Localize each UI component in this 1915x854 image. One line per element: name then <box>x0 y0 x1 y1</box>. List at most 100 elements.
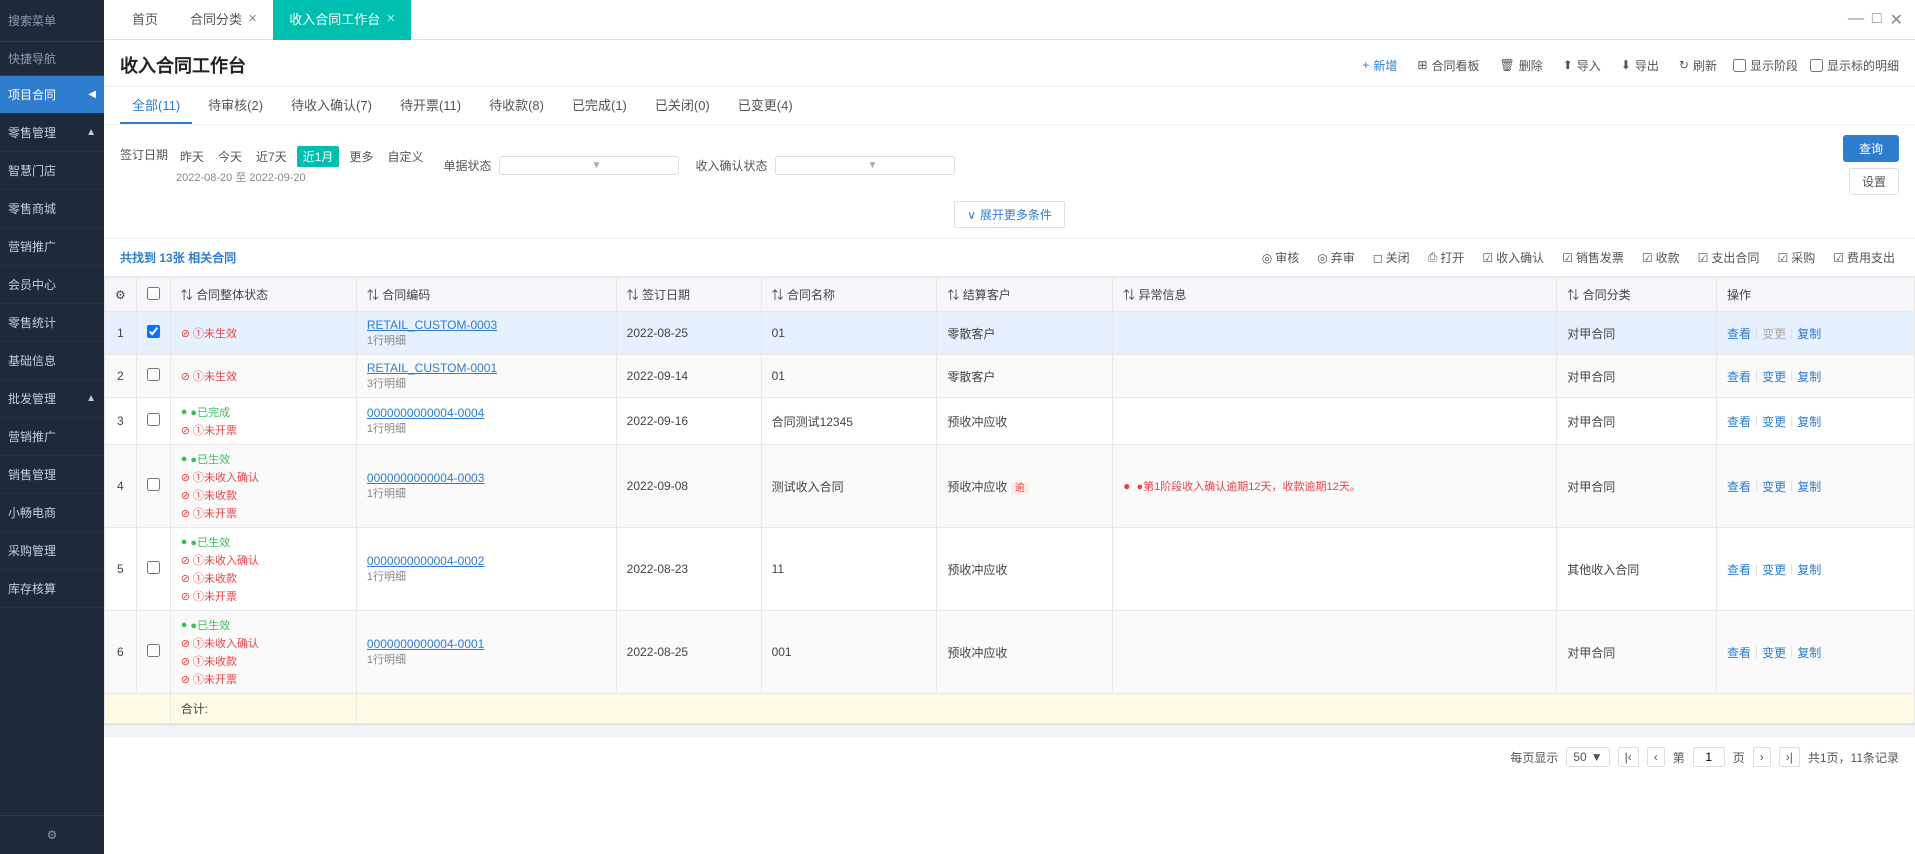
copy-action[interactable]: 复制 <box>1797 644 1821 661</box>
receipt-button[interactable]: ☑ 收款 <box>1638 247 1684 268</box>
edit-action[interactable]: 变更 <box>1762 561 1786 578</box>
expand-filter-button[interactable]: ∨ 展开更多条件 <box>954 201 1065 228</box>
contract-code-link[interactable]: 0000000000004-0001 <box>367 637 606 651</box>
kanban-button[interactable]: ⊞ 合同看板 <box>1413 55 1483 76</box>
income-confirm-select[interactable]: ▼ <box>775 156 955 175</box>
purchase-button[interactable]: ☑ 采购 <box>1773 247 1819 268</box>
copy-action[interactable]: 复制 <box>1797 561 1821 578</box>
sidebar-item-retail[interactable]: 零售管理 ▲ <box>0 114 104 152</box>
sidebar-item-marketing[interactable]: 营销推广 <box>0 228 104 266</box>
date-opt-today[interactable]: 今天 <box>214 146 246 167</box>
date-opt-custom[interactable]: 自定义 <box>383 146 427 167</box>
page-size-select[interactable]: 50 ▼ <box>1566 747 1609 767</box>
row-checkbox[interactable] <box>136 355 170 398</box>
expense-out-button[interactable]: ☑ 支出合同 <box>1694 247 1764 268</box>
select-all-checkbox[interactable] <box>147 287 160 300</box>
income-confirm-button[interactable]: ☑ 收入确认 <box>1478 247 1548 268</box>
date-opt-yesterday[interactable]: 昨天 <box>176 146 208 167</box>
edit-action[interactable]: 变更 <box>1762 413 1786 430</box>
sidebar-item-sales[interactable]: 销售管理 <box>0 456 104 494</box>
tab-contract-cat[interactable]: 合同分类 ✕ <box>174 0 273 40</box>
tab-changed[interactable]: 已变更(4) <box>726 87 805 124</box>
show-fields-checkbox[interactable]: 显示阶段 <box>1733 57 1798 74</box>
close-icon[interactable]: ✕ <box>386 12 395 25</box>
fee-out-button[interactable]: ☑ 费用支出 <box>1829 247 1899 268</box>
refresh-button[interactable]: ↻ 刷新 <box>1675 55 1721 76</box>
close-window-button[interactable]: ✕ <box>1890 10 1903 30</box>
sidebar-item-retail-mall[interactable]: 零售商城 <box>0 190 104 228</box>
sidebar-settings[interactable]: ⚙ <box>0 815 104 854</box>
sidebar-item-project[interactable]: 项目合同 ◀ <box>0 76 104 114</box>
sidebar-item-marketing2[interactable]: 营销推广 <box>0 418 104 456</box>
view-action[interactable]: 查看 <box>1727 561 1751 578</box>
new-button[interactable]: + 新增 <box>1358 55 1401 76</box>
row-checkbox[interactable] <box>136 398 170 445</box>
tab-all[interactable]: 全部(11) <box>120 87 192 124</box>
delete-button[interactable]: 🗑 删除 <box>1495 55 1546 76</box>
edit-action[interactable]: 变更 <box>1762 478 1786 495</box>
sidebar-item-base-info[interactable]: 基础信息 <box>0 342 104 380</box>
tab-completed[interactable]: 已完成(1) <box>560 87 639 124</box>
page-number-input[interactable] <box>1693 747 1725 767</box>
view-action[interactable]: 查看 <box>1727 368 1751 385</box>
sidebar-item-ecom[interactable]: 小畅电商 <box>0 494 104 532</box>
close-icon[interactable]: ✕ <box>248 12 257 25</box>
edit-action[interactable]: 变更 <box>1762 368 1786 385</box>
tab-pending-income-confirm[interactable]: 待收入确认(7) <box>279 87 384 124</box>
view-action[interactable]: 查看 <box>1727 413 1751 430</box>
abandon-button[interactable]: ◎ 弃审 <box>1313 247 1359 268</box>
maximize-button[interactable]: □ <box>1872 10 1882 30</box>
copy-action[interactable]: 复制 <box>1797 368 1821 385</box>
row-checkbox[interactable] <box>136 528 170 611</box>
tab-pending-invoice[interactable]: 待开票(11) <box>388 87 473 124</box>
sidebar-item-retail-stat[interactable]: 零售统计 <box>0 304 104 342</box>
contract-code-link[interactable]: RETAIL_CUSTOM-0001 <box>367 361 606 375</box>
copy-action[interactable]: 复制 <box>1797 413 1821 430</box>
minimize-button[interactable]: — <box>1848 10 1864 30</box>
sidebar-item-smart-store[interactable]: 智慧门店 <box>0 152 104 190</box>
copy-action[interactable]: 复制 <box>1797 478 1821 495</box>
query-button[interactable]: 查询 <box>1843 135 1899 162</box>
sidebar-nav[interactable]: 快捷导航 <box>0 42 104 76</box>
export-button[interactable]: ⬇ 导出 <box>1617 55 1663 76</box>
sales-invoice-button[interactable]: ☑ 销售发票 <box>1558 247 1628 268</box>
sidebar-item-wholesale[interactable]: 批发管理 ▲ <box>0 380 104 418</box>
sidebar-search[interactable]: 搜索菜单 <box>0 0 104 42</box>
last-page-button[interactable]: ›| <box>1779 747 1800 767</box>
close-button[interactable]: ◻ 关闭 <box>1369 247 1414 268</box>
horizontal-scrollbar[interactable] <box>104 724 1915 736</box>
contract-code-link[interactable]: RETAIL_CUSTOM-0003 <box>367 318 606 332</box>
row-checkbox[interactable] <box>136 312 170 355</box>
contract-code-link[interactable]: 0000000000004-0003 <box>367 471 606 485</box>
audit-button[interactable]: ◎ 审核 <box>1258 247 1304 268</box>
import-button[interactable]: ⬆ 导入 <box>1559 55 1605 76</box>
doc-status-select[interactable]: ▼ <box>499 156 679 175</box>
next-page-button[interactable]: › <box>1753 747 1771 767</box>
copy-action[interactable]: 复制 <box>1797 325 1821 342</box>
tab-pending-receipt[interactable]: 待收款(8) <box>477 87 556 124</box>
edit-action[interactable]: 变更 <box>1762 644 1786 661</box>
print-button[interactable]: ⎙ 打开 <box>1424 247 1469 268</box>
date-opt-last7days[interactable]: 近7天 <box>252 146 291 167</box>
contract-code-link[interactable]: 0000000000004-0002 <box>367 554 606 568</box>
contract-code-link[interactable]: 0000000000004-0004 <box>367 406 606 420</box>
tab-closed[interactable]: 已关闭(0) <box>643 87 722 124</box>
sidebar-item-inventory[interactable]: 库存核算 <box>0 570 104 608</box>
view-action[interactable]: 查看 <box>1727 325 1751 342</box>
settings-col-header[interactable]: ⚙ <box>105 278 137 312</box>
tab-home[interactable]: 首页 <box>116 0 174 40</box>
view-action[interactable]: 查看 <box>1727 644 1751 661</box>
set-button[interactable]: 设置 <box>1849 168 1899 195</box>
row-checkbox[interactable] <box>136 445 170 528</box>
first-page-button[interactable]: |‹ <box>1618 747 1639 767</box>
sidebar-item-purchase[interactable]: 采购管理 <box>0 532 104 570</box>
date-opt-more[interactable]: 更多 <box>345 146 377 167</box>
sidebar-item-member[interactable]: 会员中心 <box>0 266 104 304</box>
view-action[interactable]: 查看 <box>1727 478 1751 495</box>
tab-pending-review[interactable]: 待审核(2) <box>196 87 275 124</box>
tab-income-workbench[interactable]: 收入合同工作台 ✕ <box>273 0 411 40</box>
row-checkbox[interactable] <box>136 611 170 694</box>
show-details-checkbox[interactable]: 显示标的明细 <box>1810 57 1899 74</box>
prev-page-button[interactable]: ‹ <box>1647 747 1665 767</box>
date-opt-last1month[interactable]: 近1月 <box>297 146 340 167</box>
